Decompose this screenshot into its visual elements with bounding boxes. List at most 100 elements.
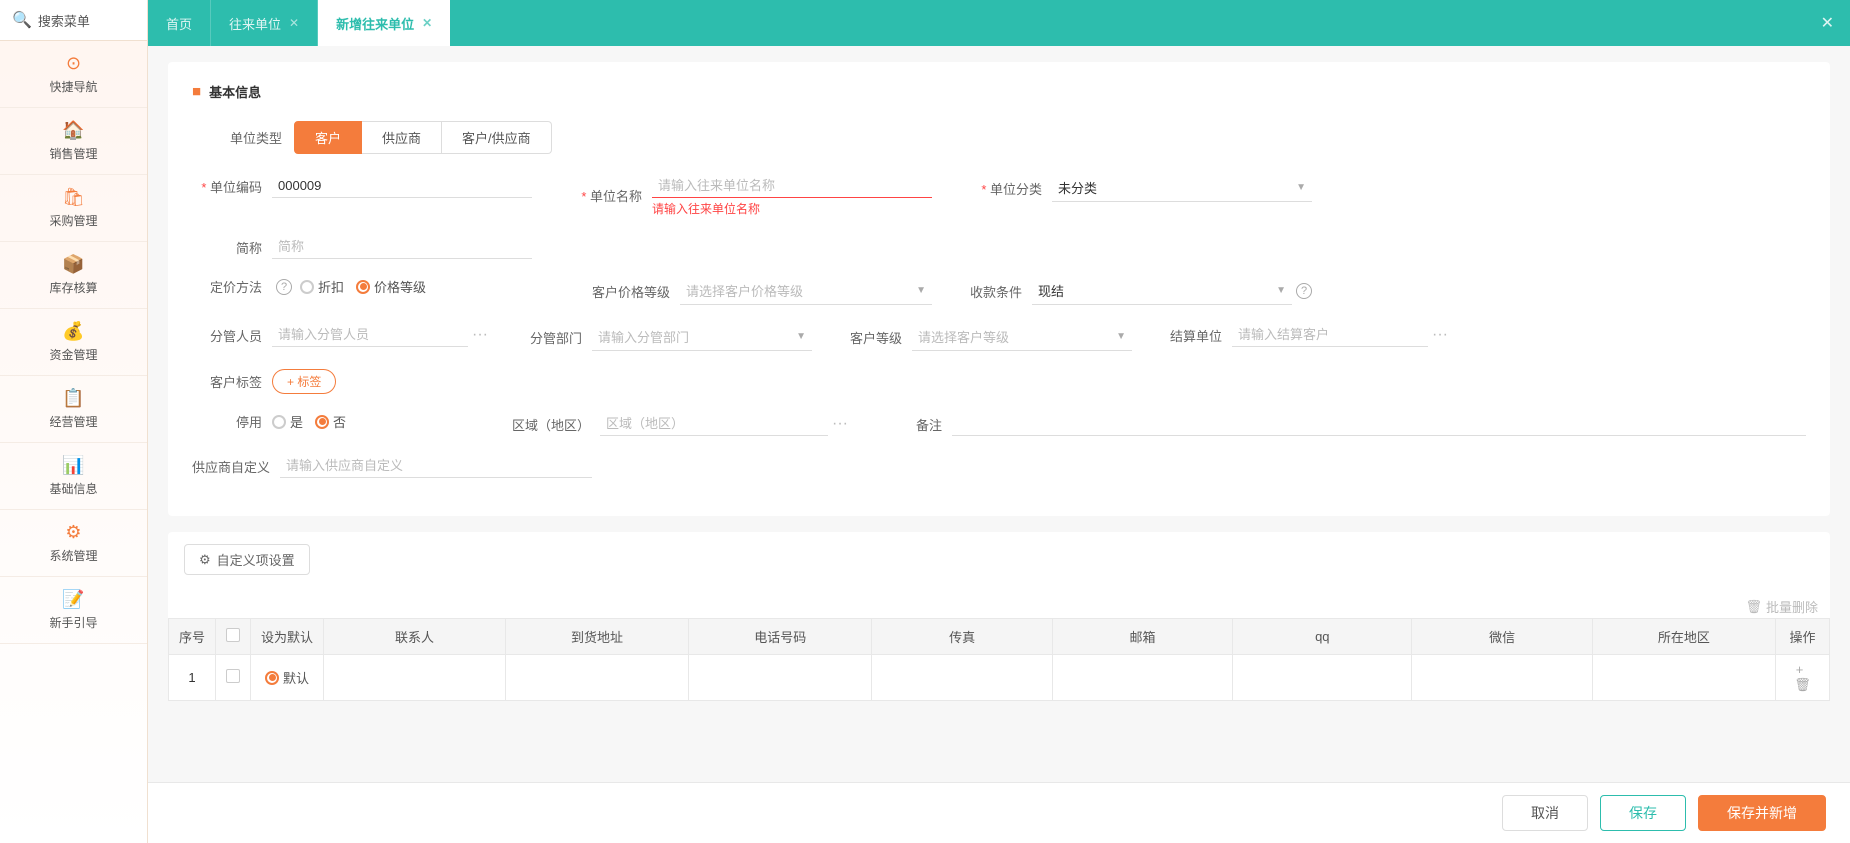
manager-label: 分管人员 — [192, 326, 272, 345]
settlement-unit-more-btn[interactable]: ··· — [1428, 326, 1452, 344]
row-phone[interactable] — [689, 655, 872, 701]
sidebar-search[interactable]: 🔍 搜索菜单 — [0, 0, 147, 41]
sidebar: 🔍 搜索菜单 ⊙ 快捷导航 🏠 销售管理 🛍 采购管理 📦 库存核算 💰 资金管… — [0, 0, 148, 843]
disable-no-circle — [315, 415, 329, 429]
remark-input[interactable] — [952, 412, 1806, 436]
row-region[interactable] — [1592, 655, 1775, 701]
row-add-btn[interactable]: + — [1796, 662, 1804, 677]
sys-mgmt-icon: ⚙ — [65, 522, 81, 543]
wechat-input[interactable] — [1422, 670, 1581, 685]
purchase-icon: 🛍 — [62, 187, 85, 208]
pricing-discount-label: 折扣 — [318, 277, 344, 296]
customer-level-arrow-icon: ▼ — [1116, 331, 1126, 342]
customer-price-level-label: 客户价格等级 — [592, 282, 680, 301]
col-default: 设为默认 — [251, 619, 324, 655]
pricing-grade-radio[interactable]: 价格等级 — [356, 277, 426, 296]
unit-name-input[interactable] — [652, 174, 932, 198]
row-contact[interactable] — [324, 655, 506, 701]
sidebar-item-purchase-mgmt[interactable]: 🛍 采购管理 — [0, 175, 147, 242]
tab-partners[interactable]: 往来单位 ✕ — [211, 0, 318, 46]
tab-new-partner-close[interactable]: ✕ — [422, 16, 432, 30]
unit-code-field: 单位编码 — [192, 174, 532, 198]
contact-input[interactable] — [334, 670, 495, 685]
delete-icon: 🗑 — [1745, 599, 1762, 615]
row-checkbox[interactable] — [226, 669, 240, 683]
address-input[interactable] — [516, 670, 678, 685]
section-icon: ■ — [192, 83, 201, 100]
sidebar-item-operations[interactable]: 📋 经营管理 — [0, 376, 147, 443]
dept-label: 分管部门 — [512, 328, 592, 347]
add-tag-button[interactable]: + 标签 — [272, 369, 336, 394]
disable-no-radio[interactable]: 否 — [315, 412, 346, 431]
row-default-radio[interactable]: 默认 — [261, 668, 313, 687]
unit-code-input[interactable] — [272, 174, 532, 198]
tab-partners-close[interactable]: ✕ — [289, 16, 299, 30]
unit-type-supplier-btn[interactable]: 供应商 — [362, 121, 442, 154]
customer-level-select[interactable]: 请选择客户等级 ▼ — [912, 323, 1132, 351]
inventory-icon: 📦 — [62, 254, 84, 275]
phone-input[interactable] — [699, 670, 861, 685]
short-name-input[interactable] — [272, 235, 532, 259]
tab-close-all-button[interactable]: ✕ — [1805, 13, 1850, 33]
unit-name-error: 请输入往来单位名称 — [652, 200, 932, 217]
row-region-input[interactable] — [1603, 670, 1765, 685]
payment-terms-select[interactable]: 现结 ▼ — [1032, 277, 1292, 305]
tab-home[interactable]: 首页 — [148, 0, 211, 46]
region-more-btn[interactable]: ··· — [828, 415, 852, 433]
payment-terms-help-icon[interactable]: ? — [1296, 283, 1312, 299]
save-and-new-button[interactable]: 保存并新增 — [1698, 795, 1826, 831]
sidebar-item-sales-mgmt[interactable]: 🏠 销售管理 — [0, 108, 147, 175]
unit-type-customer-btn[interactable]: 客户 — [294, 121, 362, 154]
manager-field: 分管人员 ··· — [192, 323, 492, 347]
pricing-method-help-icon[interactable]: ? — [276, 279, 292, 295]
region-input[interactable] — [600, 412, 828, 436]
sidebar-item-finance[interactable]: 💰 资金管理 — [0, 309, 147, 376]
payment-terms-value: 现结 — [1038, 281, 1272, 300]
manager-more-btn[interactable]: ··· — [468, 326, 492, 344]
basic-info-icon: 📊 — [62, 455, 84, 476]
fax-input[interactable] — [882, 670, 1041, 685]
row-email[interactable] — [1052, 655, 1232, 701]
dept-select[interactable]: 请输入分管部门 ▼ — [592, 323, 812, 351]
unit-type-both-btn[interactable]: 客户/供应商 — [442, 121, 552, 154]
settlement-unit-input[interactable] — [1232, 323, 1428, 347]
unit-category-select[interactable]: 未分类 ▼ — [1052, 174, 1312, 202]
sidebar-item-label: 新手引导 — [49, 614, 97, 631]
sidebar-item-sys-mgmt[interactable]: ⚙ 系统管理 — [0, 510, 147, 577]
tab-new-partner[interactable]: 新增往来单位 ✕ — [318, 0, 450, 46]
col-wechat: 微信 — [1412, 619, 1592, 655]
disable-yes-radio[interactable]: 是 — [272, 412, 303, 431]
row-delete-btn[interactable]: 🗑 — [1794, 677, 1811, 692]
qq-input[interactable] — [1243, 670, 1401, 685]
sidebar-item-label: 资金管理 — [49, 346, 97, 363]
disable-field: 停用 是 否 — [192, 412, 492, 431]
email-input[interactable] — [1063, 670, 1222, 685]
unit-type-label: 单位类型 — [192, 128, 282, 147]
cancel-button[interactable]: 取消 — [1502, 795, 1588, 831]
form-row-5: 客户标签 + 标签 — [192, 369, 1806, 394]
sidebar-item-basic-info[interactable]: 📊 基础信息 — [0, 443, 147, 510]
sidebar-item-new-guide[interactable]: 📝 新手引导 — [0, 577, 147, 644]
sidebar-item-label: 快捷导航 — [49, 78, 97, 95]
sidebar-item-inventory[interactable]: 📦 库存核算 — [0, 242, 147, 309]
sidebar-item-label: 系统管理 — [49, 547, 97, 564]
row-no: 1 — [169, 655, 216, 701]
supplier-custom-input[interactable] — [280, 454, 592, 478]
customer-price-level-select[interactable]: 请选择客户价格等级 ▼ — [680, 277, 932, 305]
save-button[interactable]: 保存 — [1600, 795, 1686, 831]
row-fax[interactable] — [872, 655, 1052, 701]
form-row-1: 单位编码 单位名称 请输入往来单位名称 — [192, 174, 1806, 217]
col-checkbox — [216, 619, 251, 655]
pricing-discount-radio[interactable]: 折扣 — [300, 277, 344, 296]
custom-settings-button[interactable]: ⚙ 自定义项设置 — [184, 544, 310, 575]
unit-type-row: 单位类型 客户 供应商 客户/供应商 — [192, 121, 1806, 154]
sidebar-item-quick-nav[interactable]: ⊙ 快捷导航 — [0, 41, 147, 108]
row-wechat[interactable] — [1412, 655, 1592, 701]
finance-icon: 💰 — [62, 321, 84, 342]
row-qq[interactable] — [1233, 655, 1412, 701]
batch-delete-button[interactable]: 🗑 批量删除 — [1745, 597, 1818, 616]
header-checkbox[interactable] — [226, 628, 240, 642]
new-guide-icon: 📝 — [62, 589, 84, 610]
manager-input[interactable] — [272, 323, 468, 347]
row-address[interactable] — [505, 655, 688, 701]
